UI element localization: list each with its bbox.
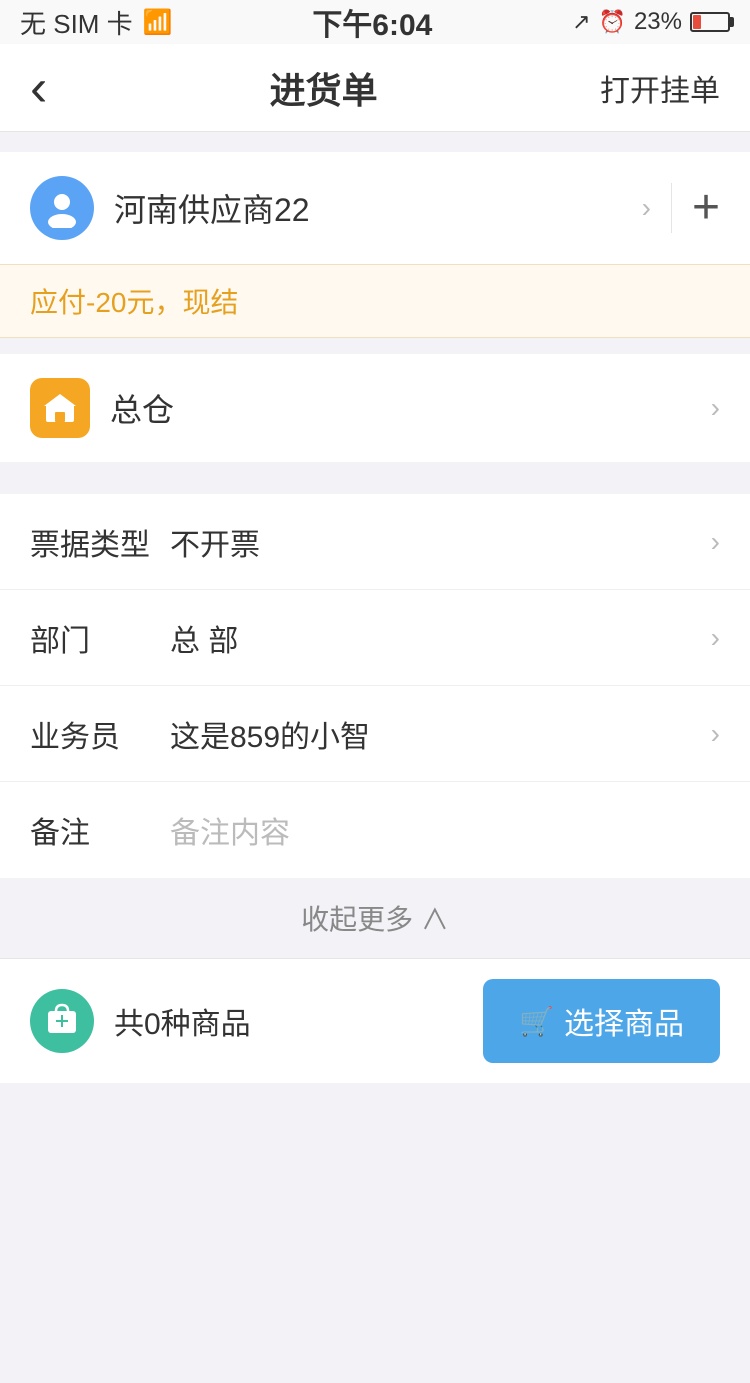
collapse-button[interactable]: 收起更多 ∧	[301, 898, 449, 938]
invoice-value: 不开票	[170, 520, 711, 564]
warehouse-name: 总仓	[110, 385, 711, 431]
status-right: ↗ ⏰ 23%	[572, 8, 730, 36]
dept-label: 部门	[30, 616, 170, 660]
back-button[interactable]: ‹	[30, 62, 47, 114]
select-product-button[interactable]: 🛒 选择商品	[483, 979, 720, 1063]
page-title: 进货单	[270, 62, 378, 114]
open-pending-button[interactable]: 打开挂单	[600, 66, 720, 110]
sales-chevron-icon: ›	[711, 718, 720, 750]
invoice-row[interactable]: 票据类型 不开票 ›	[0, 494, 750, 590]
nav-bar: ‹ 进货单 打开挂单	[0, 44, 750, 132]
collapse-section: 收起更多 ∧	[0, 878, 750, 958]
warehouse-icon	[30, 378, 90, 438]
section-gap-3	[0, 462, 750, 478]
wifi-icon: 📶	[143, 8, 173, 37]
form-section: 票据类型 不开票 › 部门 总 部 › 业务员 这是859的小智 › 备注 备注…	[0, 494, 750, 878]
page-rest-area	[0, 1083, 750, 1383]
status-left: 无 SIM 卡 📶	[20, 4, 173, 41]
alarm-icon: ⏰	[599, 9, 626, 35]
product-count-text: 共0种商品	[114, 999, 483, 1043]
dept-value: 总 部	[170, 616, 711, 660]
product-icon	[30, 989, 94, 1053]
section-gap-1	[0, 132, 750, 152]
invoice-chevron-icon: ›	[711, 526, 720, 558]
status-bar: 无 SIM 卡 📶 下午6:04 ↗ ⏰ 23%	[0, 0, 750, 44]
supplier-section: 河南供应商22 › + 应付-20元，现结	[0, 152, 750, 338]
remark-row[interactable]: 备注 备注内容	[0, 782, 750, 878]
carrier-text: 无 SIM 卡	[20, 4, 133, 41]
dept-chevron-icon: ›	[711, 622, 720, 654]
select-product-label: 选择商品	[564, 999, 684, 1043]
notice-bar: 应付-20元，现结	[0, 264, 750, 338]
select-product-cart-icon: 🛒	[519, 1005, 554, 1038]
remark-label: 备注	[30, 808, 170, 852]
add-supplier-button[interactable]: +	[692, 184, 720, 232]
battery-icon	[690, 12, 730, 32]
bottom-bar: 共0种商品 🛒 选择商品	[0, 958, 750, 1083]
supplier-row: 河南供应商22 › +	[0, 152, 750, 264]
warehouse-chevron-icon: ›	[711, 392, 720, 424]
dept-row[interactable]: 部门 总 部 ›	[0, 590, 750, 686]
location-icon: ↗	[572, 9, 590, 35]
supplier-chevron-icon: ›	[642, 192, 651, 224]
warehouse-row[interactable]: 总仓 ›	[0, 354, 750, 462]
status-time: 下午6:04	[312, 0, 432, 44]
sales-row[interactable]: 业务员 这是859的小智 ›	[0, 686, 750, 782]
notice-text: 应付-20元，现结	[30, 287, 238, 318]
sales-value: 这是859的小智	[170, 712, 711, 756]
warehouse-section: 总仓 ›	[0, 354, 750, 462]
sales-label: 业务员	[30, 712, 170, 756]
remark-placeholder[interactable]: 备注内容	[170, 808, 720, 852]
divider	[671, 183, 672, 233]
supplier-name: 河南供应商22	[114, 185, 642, 231]
battery-percent: 23%	[634, 8, 682, 36]
supplier-avatar	[30, 176, 94, 240]
section-gap-2	[0, 338, 750, 354]
invoice-label: 票据类型	[30, 520, 170, 564]
